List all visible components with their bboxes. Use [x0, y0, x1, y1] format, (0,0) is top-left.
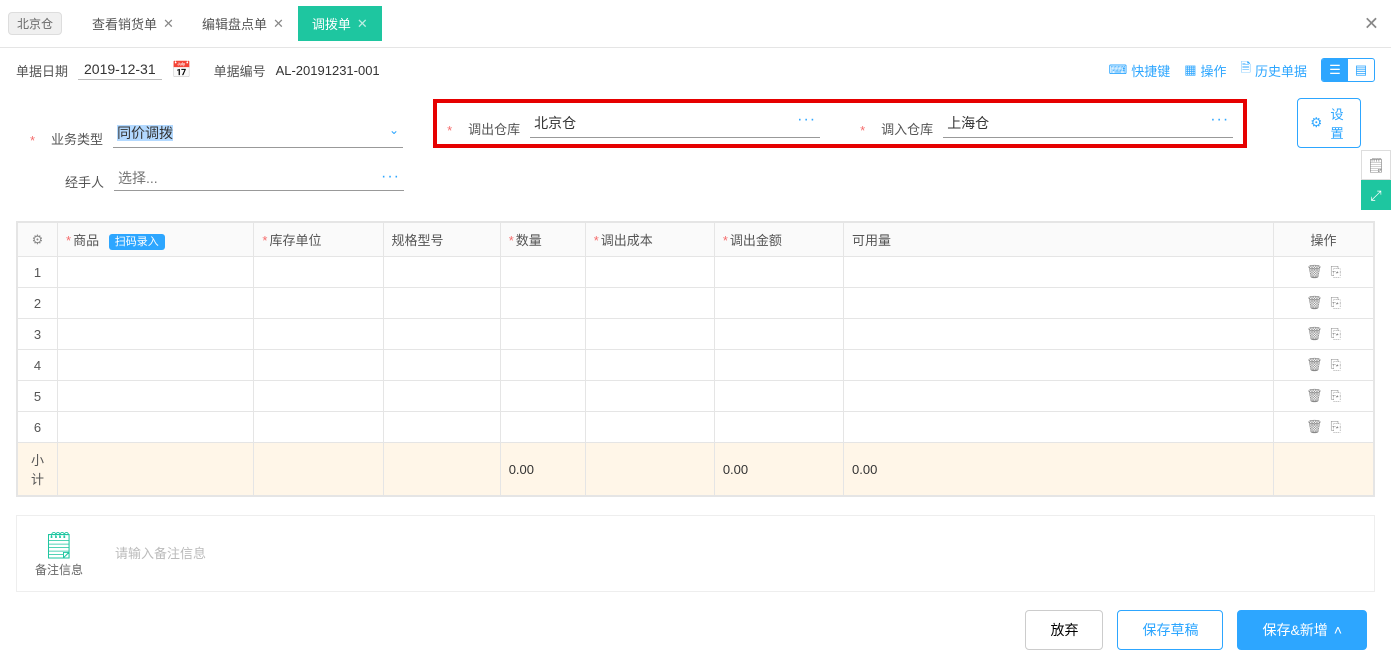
operate-link[interactable]: ▦ 操作	[1184, 61, 1226, 80]
col-ops: 操作	[1274, 223, 1374, 257]
save-draft-button[interactable]: 保存草稿	[1117, 610, 1223, 650]
date-label: 单据日期	[16, 61, 68, 80]
delete-icon[interactable]: 🗑	[1306, 357, 1323, 372]
copy-icon[interactable]: ⎘	[1331, 388, 1341, 403]
delete-icon[interactable]: 🗑	[1306, 388, 1323, 403]
tab-edit-inventory[interactable]: 编辑盘点单✕	[188, 6, 298, 41]
subtotal-row: 小计 0.00 0.00 0.00	[18, 443, 1374, 496]
biz-type-select[interactable]: 同价调拨	[113, 119, 403, 148]
table-row[interactable]: 3🗑⎘	[18, 319, 1374, 350]
view-list-icon[interactable]: ☰	[1322, 59, 1348, 81]
gear-icon[interactable]: ⚙	[18, 223, 58, 257]
settings-button[interactable]: ⚙ 设置	[1297, 98, 1361, 148]
document-meta-row: 单据日期 2019-12-31 📅 单据编号 AL-20191231-001 ⌨…	[0, 48, 1391, 92]
shortcut-link[interactable]: ⌨ 快捷键	[1108, 61, 1170, 80]
handler-label: 经手人	[30, 172, 104, 191]
remark-section: 🗒 备注信息	[16, 515, 1375, 592]
remark-title: 备注信息	[35, 563, 83, 577]
scan-badge[interactable]: 扫码录入	[109, 234, 165, 250]
col-unit: *库存单位	[254, 223, 383, 257]
history-link[interactable]: 🗎 历史单据	[1241, 59, 1307, 81]
biz-type-label: 业务类型	[47, 129, 103, 148]
side-toolbar: 🗒 ⤢	[1361, 150, 1391, 210]
col-spec: 规格型号	[383, 223, 500, 257]
table-row[interactable]: 1🗑⎘	[18, 257, 1374, 288]
delete-icon[interactable]: 🗑	[1306, 264, 1323, 279]
close-icon[interactable]: ✕	[273, 16, 284, 32]
tab-transfer[interactable]: 调拨单✕	[298, 6, 382, 41]
calendar-icon[interactable]: 📅	[172, 60, 192, 80]
discard-button[interactable]: 放弃	[1025, 610, 1103, 650]
out-warehouse-label: 调出仓库	[464, 119, 520, 138]
delete-icon[interactable]: 🗑	[1306, 419, 1323, 434]
footer-bar: 放弃 保存草稿 保存&新增 ˄	[0, 592, 1391, 668]
delete-icon[interactable]: 🗑	[1306, 326, 1323, 341]
delete-icon[interactable]: 🗑	[1306, 295, 1323, 310]
out-warehouse-field: * 调出仓库 北京仓 ···	[447, 109, 820, 138]
chevron-down-icon[interactable]: ⌄	[389, 123, 399, 137]
close-icon[interactable]: ✕	[163, 16, 174, 32]
copy-icon[interactable]: ⎘	[1331, 295, 1341, 310]
handler-select[interactable]	[114, 166, 404, 191]
doc-number-value: AL-20191231-001	[276, 63, 380, 78]
col-product: *商品 扫码录入	[58, 223, 254, 257]
warehouse-highlight-box: * 调出仓库 北京仓 ··· * 调入仓库 上海仓 ···	[433, 99, 1247, 148]
in-warehouse-label: 调入仓库	[877, 119, 933, 138]
copy-icon[interactable]: ⎘	[1331, 419, 1341, 434]
view-toggle: ☰ ▤	[1321, 58, 1375, 82]
copy-icon[interactable]: ⎘	[1331, 357, 1341, 372]
more-icon[interactable]: ···	[381, 168, 400, 186]
more-icon[interactable]: ···	[797, 111, 816, 129]
view-grid-icon[interactable]: ▤	[1348, 59, 1374, 81]
expand-side-icon[interactable]: ⤢	[1361, 180, 1391, 210]
out-warehouse-select[interactable]: 北京仓	[530, 109, 820, 138]
col-out-amount: *调出金额	[714, 223, 843, 257]
remark-input[interactable]	[101, 516, 1374, 591]
items-grid: ⚙ *商品 扫码录入 *库存单位 规格型号 *数量 *调出成本 *调出金额 可用…	[16, 221, 1375, 497]
doc-number-label: 单据编号	[214, 61, 266, 80]
save-new-button[interactable]: 保存&新增 ˄	[1237, 610, 1367, 650]
note-icon: 🗒	[17, 530, 101, 561]
copy-icon[interactable]: ⎘	[1331, 264, 1341, 279]
table-row[interactable]: 4🗑⎘	[18, 350, 1374, 381]
warehouse-pill[interactable]: 北京仓	[8, 12, 62, 35]
table-row[interactable]: 5🗑⎘	[18, 381, 1374, 412]
close-icon[interactable]: ✕	[357, 16, 368, 32]
note-side-icon[interactable]: 🗒	[1361, 150, 1391, 180]
close-panel-icon[interactable]: ✕	[1364, 13, 1379, 34]
form-area: * 业务类型 同价调拨 ⌄ * 调出仓库 北京仓 ··· * 调入仓库 上海仓	[0, 92, 1391, 221]
biz-type-field: * 业务类型 同价调拨 ⌄	[30, 119, 403, 148]
in-warehouse-select[interactable]: 上海仓	[943, 109, 1233, 138]
col-avail: 可用量	[844, 223, 1274, 257]
in-warehouse-field: * 调入仓库 上海仓 ···	[860, 109, 1233, 138]
date-value[interactable]: 2019-12-31	[78, 61, 162, 80]
chevron-up-icon: ˄	[1334, 622, 1342, 638]
table-row[interactable]: 6🗑⎘	[18, 412, 1374, 443]
col-out-cost: *调出成本	[585, 223, 714, 257]
col-qty: *数量	[500, 223, 585, 257]
app-tabs-bar: 北京仓 查看销货单✕ 编辑盘点单✕ 调拨单✕ ✕	[0, 0, 1391, 48]
more-icon[interactable]: ···	[1210, 111, 1229, 129]
table-row[interactable]: 2🗑⎘	[18, 288, 1374, 319]
handler-field: 经手人 ···	[30, 166, 404, 191]
tab-view-sales[interactable]: 查看销货单✕	[78, 6, 188, 41]
copy-icon[interactable]: ⎘	[1331, 326, 1341, 341]
